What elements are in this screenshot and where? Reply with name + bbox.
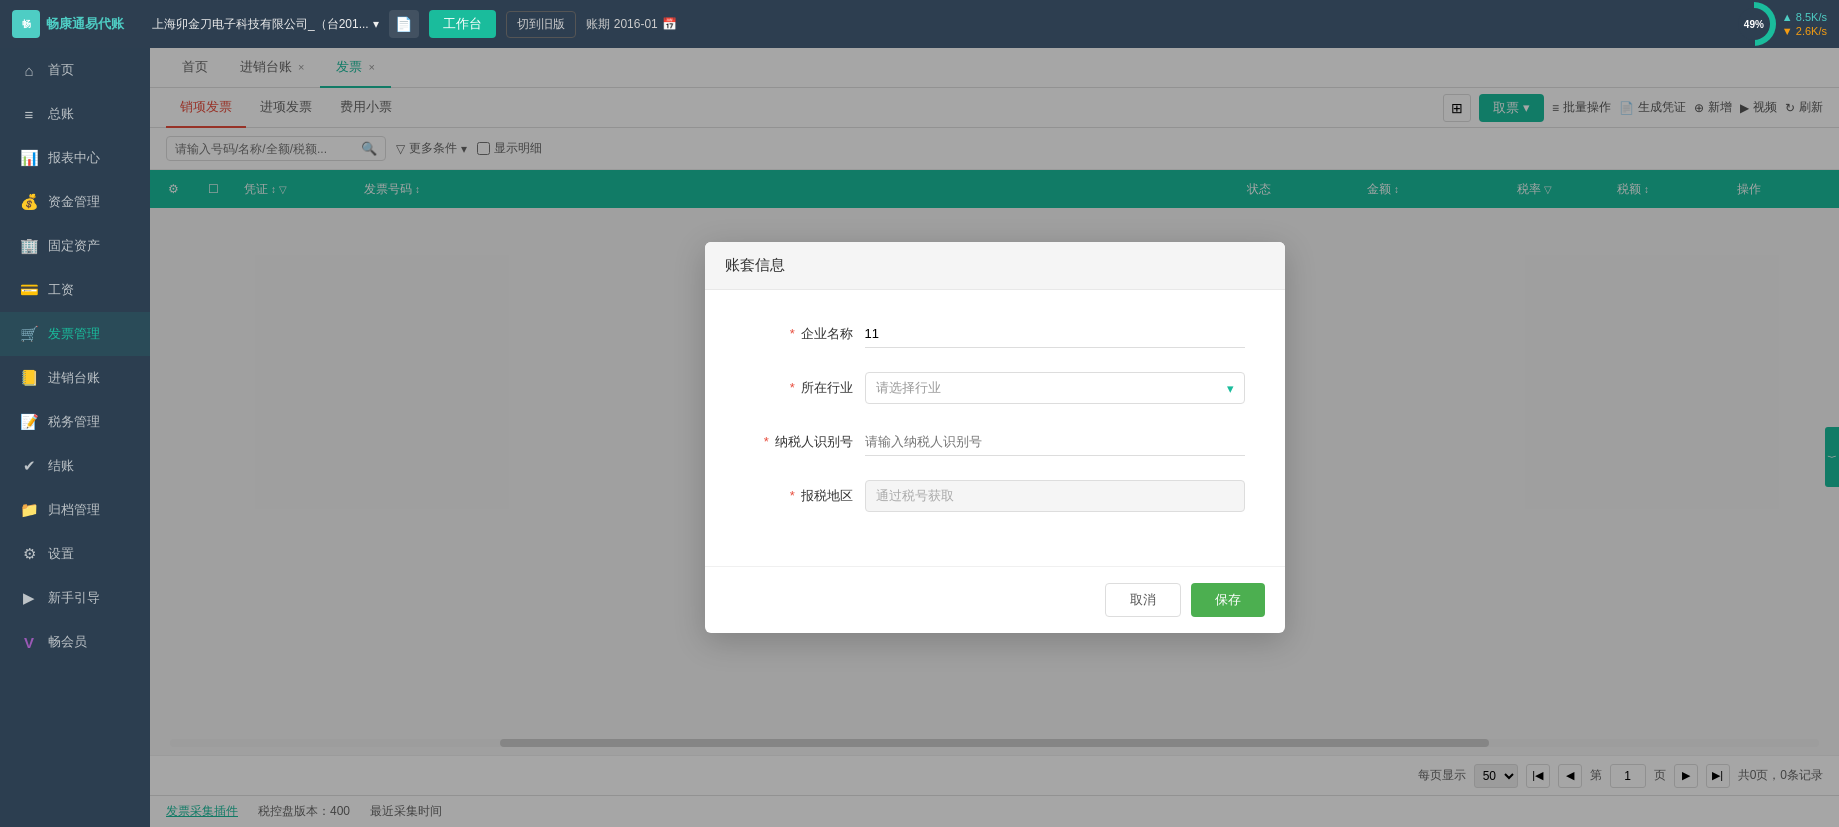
modal-body: * 企业名称 * 所在行业 请选择行业 ▾ <box>705 290 1285 566</box>
home-icon: ⌂ <box>20 62 38 79</box>
tax-region-label: * 报税地区 <box>745 487 865 505</box>
settings-icon: ⚙ <box>20 545 38 563</box>
sidebar-item-settle[interactable]: ✔ 结账 <box>0 444 150 488</box>
required-star-4: * <box>790 488 795 503</box>
app-name: 畅康通易代账 <box>46 15 124 33</box>
form-row-company: * 企业名称 <box>745 320 1245 348</box>
sidebar-item-archive[interactable]: 📁 归档管理 <box>0 488 150 532</box>
account-info-modal: 账套信息 * 企业名称 * 所在行 <box>705 242 1285 633</box>
sidebar-item-fund[interactable]: 💰 资金管理 <box>0 180 150 224</box>
company-dropdown-icon: ▾ <box>373 17 379 31</box>
required-star-3: * <box>764 434 769 449</box>
industry-select[interactable]: 请选择行业 ▾ <box>865 372 1245 404</box>
speed-circle: 49% <box>1732 2 1776 46</box>
speed-info: ▲ 8.5K/s ▼ 2.6K/s <box>1782 11 1827 37</box>
sidebar-item-home[interactable]: ⌂ 首页 <box>0 48 150 92</box>
sidebar: ⌂ 首页 ≡ 总账 📊 报表中心 💰 资金管理 🏢 固定资产 💳 工资 🛒 发票… <box>0 48 150 827</box>
main-content: 首页 进销台账 × 发票 × 销项发票 进项发票 费用小票 <box>150 48 1839 827</box>
topbar-right: 49% ▲ 8.5K/s ▼ 2.6K/s <box>1732 2 1827 46</box>
sidebar-item-guide[interactable]: ▶ 新手引导 <box>0 576 150 620</box>
sidebar-item-ledger[interactable]: ≡ 总账 <box>0 92 150 136</box>
sidebar-label-archive: 归档管理 <box>48 501 100 519</box>
tax-id-label: * 纳税人识别号 <box>745 433 865 451</box>
period-value: 2016-01 <box>614 17 658 31</box>
form-row-industry: * 所在行业 请选择行业 ▾ <box>745 372 1245 404</box>
sidebar-item-invoice[interactable]: 🛒 发票管理 <box>0 312 150 356</box>
sidebar-item-asset[interactable]: 🏢 固定资产 <box>0 224 150 268</box>
company-name: 上海卯金刀电子科技有限公司_（台201... <box>152 16 369 33</box>
calendar-icon[interactable]: 📅 <box>662 17 677 31</box>
modal-overlay: 账套信息 * 企业名称 * 所在行 <box>150 48 1839 827</box>
company-name-label: * 企业名称 <box>745 325 865 343</box>
industry-dropdown-icon: ▾ <box>1227 381 1234 396</box>
sidebar-item-purchase[interactable]: 📒 进销台账 <box>0 356 150 400</box>
company-selector[interactable]: 上海卯金刀电子科技有限公司_（台201... ▾ <box>152 16 379 33</box>
fund-icon: 💰 <box>20 193 38 211</box>
sidebar-label-tax: 税务管理 <box>48 413 100 431</box>
form-row-tax-region: * 报税地区 通过税号获取 <box>745 480 1245 512</box>
sidebar-label-home: 首页 <box>48 61 74 79</box>
topbar: 畅 畅康通易代账 上海卯金刀电子科技有限公司_（台201... ▾ 📄 工作台 … <box>0 0 1839 48</box>
purchase-icon: 📒 <box>20 369 38 387</box>
salary-icon: 💳 <box>20 281 38 299</box>
sidebar-item-settings[interactable]: ⚙ 设置 <box>0 532 150 576</box>
tax-id-input[interactable] <box>865 428 1245 456</box>
app-layout: ⌂ 首页 ≡ 总账 📊 报表中心 💰 资金管理 🏢 固定资产 💳 工资 🛒 发票… <box>0 48 1839 827</box>
company-name-input[interactable] <box>865 320 1245 348</box>
tax-icon: 📝 <box>20 413 38 431</box>
invoice-icon: 🛒 <box>20 325 38 343</box>
form-row-tax-id: * 纳税人识别号 <box>745 428 1245 456</box>
required-star: * <box>790 326 795 341</box>
doc-icon-btn[interactable]: 📄 <box>389 10 419 38</box>
period-display: 账期 2016-01 📅 <box>586 16 677 33</box>
ledger-icon: ≡ <box>20 106 38 123</box>
workbench-button[interactable]: 工作台 <box>429 10 496 38</box>
archive-icon: 📁 <box>20 501 38 519</box>
required-star-2: * <box>790 380 795 395</box>
cancel-button[interactable]: 取消 <box>1105 583 1181 617</box>
tax-region-display: 通过税号获取 <box>865 480 1245 512</box>
sidebar-label-ledger: 总账 <box>48 105 74 123</box>
guide-icon: ▶ <box>20 589 38 607</box>
app-logo: 畅 畅康通易代账 <box>12 10 142 38</box>
modal-footer: 取消 保存 <box>705 566 1285 633</box>
sidebar-label-invoice: 发票管理 <box>48 325 100 343</box>
sidebar-item-report[interactable]: 📊 报表中心 <box>0 136 150 180</box>
settle-icon: ✔ <box>20 457 38 475</box>
asset-icon: 🏢 <box>20 237 38 255</box>
old-version-button[interactable]: 切到旧版 <box>506 11 576 38</box>
sidebar-item-salary[interactable]: 💳 工资 <box>0 268 150 312</box>
sidebar-label-purchase: 进销台账 <box>48 369 100 387</box>
speed-down: ▼ 2.6K/s <box>1782 25 1827 37</box>
period-label: 账期 <box>586 16 610 33</box>
sidebar-item-tax[interactable]: 📝 税务管理 <box>0 400 150 444</box>
sidebar-label-member: 畅会员 <box>48 633 87 651</box>
member-icon: V <box>20 634 38 651</box>
sidebar-label-guide: 新手引导 <box>48 589 100 607</box>
save-button[interactable]: 保存 <box>1191 583 1265 617</box>
speed-up: ▲ 8.5K/s <box>1782 11 1827 23</box>
sidebar-label-settle: 结账 <box>48 457 74 475</box>
logo-icon: 畅 <box>12 10 40 38</box>
modal-title: 账套信息 <box>725 256 785 273</box>
tax-region-placeholder: 通过税号获取 <box>876 488 954 503</box>
sidebar-label-fund: 资金管理 <box>48 193 100 211</box>
modal-header: 账套信息 <box>705 242 1285 290</box>
industry-label: * 所在行业 <box>745 379 865 397</box>
sidebar-label-asset: 固定资产 <box>48 237 100 255</box>
report-icon: 📊 <box>20 149 38 167</box>
industry-placeholder: 请选择行业 <box>876 379 941 397</box>
sidebar-label-salary: 工资 <box>48 281 74 299</box>
sidebar-item-member[interactable]: V 畅会员 <box>0 620 150 664</box>
sidebar-label-settings: 设置 <box>48 545 74 563</box>
sidebar-label-report: 报表中心 <box>48 149 100 167</box>
